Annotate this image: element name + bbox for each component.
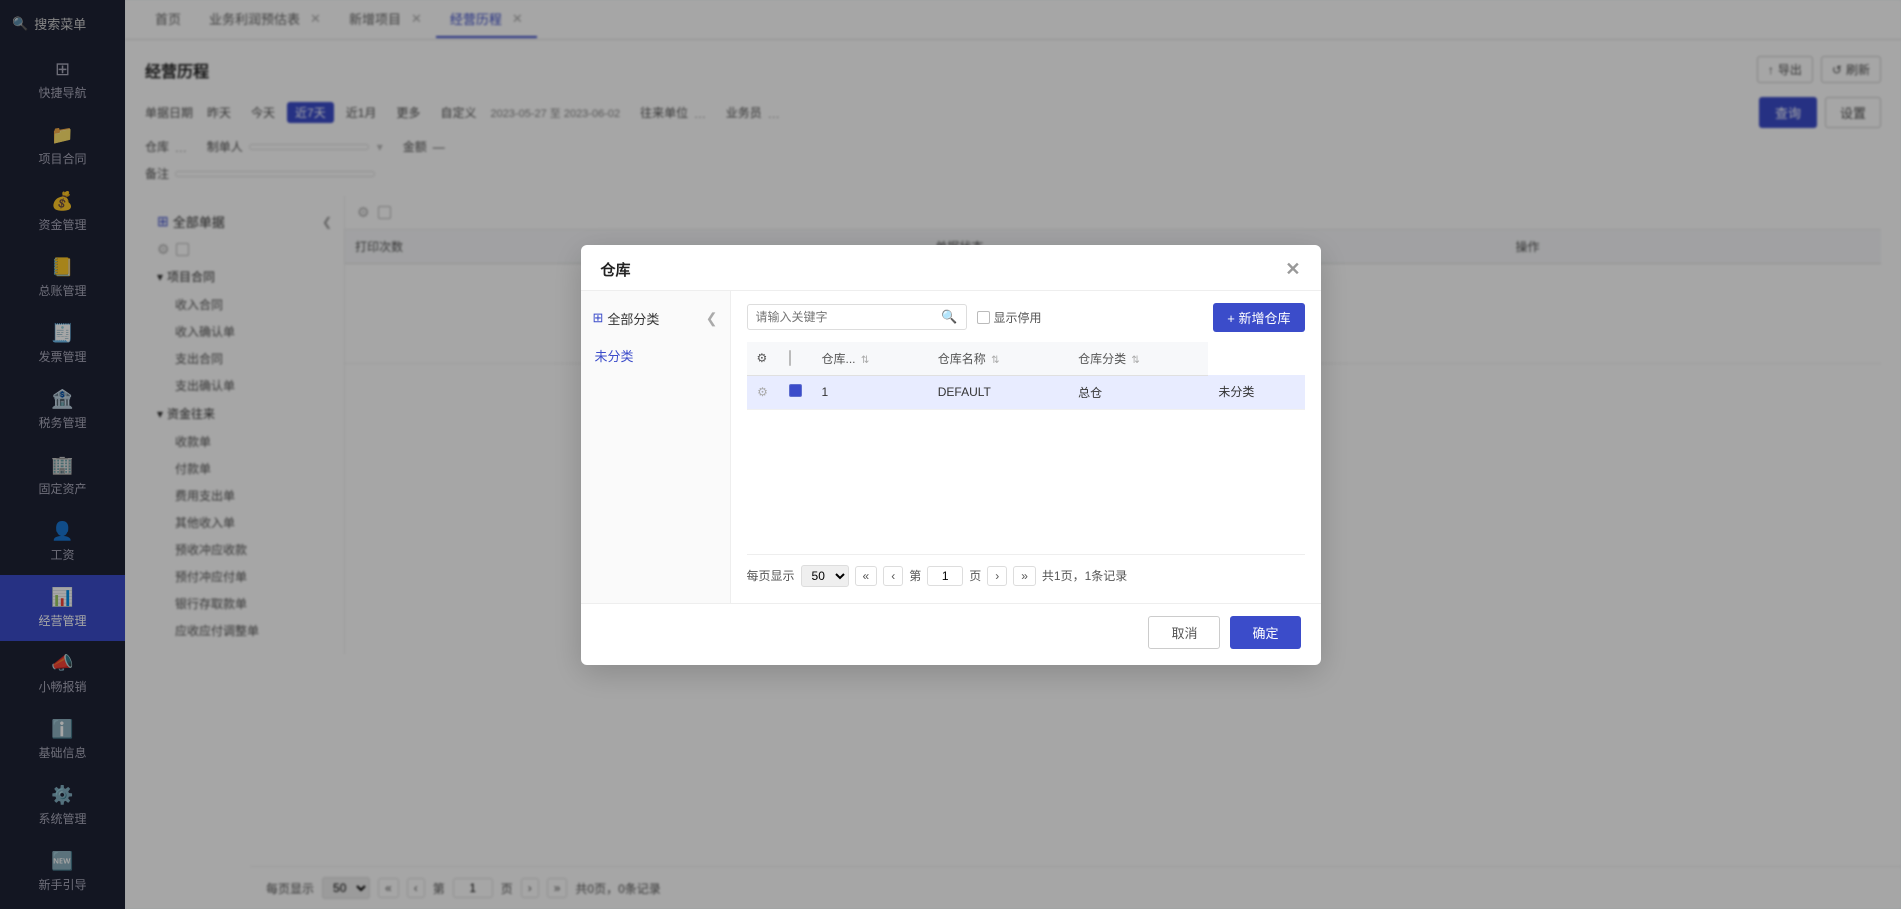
modal-table: ⚙ 仓库... ⇅ 仓库名称 ⇅ (747, 342, 1305, 410)
modal-page-label: 第 (909, 567, 921, 584)
modal-footer: 取消 确定 (581, 603, 1321, 665)
modal-page-suffix: 页 (969, 567, 981, 584)
modal-left-title: ⊞ 全部分类 (593, 309, 660, 328)
modal-left-grid-icon: ⊞ (593, 310, 604, 326)
modal-right-panel: 🔍 显示停用 + 新增仓库 ⚙ (731, 291, 1321, 603)
row-name: 总仓 (1068, 375, 1208, 409)
modal-left-panel: ⊞ 全部分类 ❮ 未分类 (581, 291, 731, 603)
modal-table-wrap: ⚙ 仓库... ⇅ 仓库名称 ⇅ (747, 342, 1305, 554)
row-category: 未分类 (1208, 375, 1304, 409)
modal-col-code-label: 仓库... (822, 352, 856, 366)
cancel-button[interactable]: 取消 (1148, 616, 1220, 649)
modal-table-row[interactable]: ⚙ 1 DEFAULT 总仓 未分类 (747, 375, 1305, 409)
modal-left-item-label: 未分类 (595, 346, 634, 365)
modal-right-toolbar: 🔍 显示停用 + 新增仓库 (747, 303, 1305, 332)
modal-col-checkbox-all[interactable] (789, 350, 791, 366)
modal-search-wrap: 🔍 (747, 304, 967, 330)
modal-col-checkbox (779, 342, 812, 376)
show-disabled-wrap: 显示停用 (977, 309, 1042, 326)
modal-close-button[interactable]: ✕ (1285, 260, 1300, 278)
modal-per-page-select[interactable]: 50 (801, 565, 849, 587)
modal-col-code-sort[interactable]: ⇅ (861, 355, 869, 366)
modal-left-scroll: 未分类 (581, 338, 730, 373)
show-disabled-checkbox[interactable] (977, 311, 990, 324)
modal-left-header: ⊞ 全部分类 ❮ (581, 303, 730, 338)
warehouse-modal: 仓库 ✕ ⊞ 全部分类 ❮ 未分类 🔍 (581, 245, 1321, 665)
modal-next-btn[interactable]: › (987, 566, 1007, 586)
modal-total-info: 共1页，1条记录 (1042, 567, 1127, 584)
modal-left-title-text: 全部分类 (607, 309, 659, 328)
modal-col-code: 仓库... ⇅ (812, 342, 928, 376)
modal-col-name-sort[interactable]: ⇅ (991, 355, 999, 366)
modal-col-name-label: 仓库名称 (938, 352, 986, 366)
modal-col-category-sort[interactable]: ⇅ (1131, 355, 1139, 366)
modal-prev-btn[interactable]: ‹ (883, 566, 903, 586)
modal-body: ⊞ 全部分类 ❮ 未分类 🔍 显示停用 (581, 291, 1321, 603)
add-warehouse-button[interactable]: + 新增仓库 (1213, 303, 1304, 332)
modal-search-input[interactable] (756, 310, 942, 324)
modal-last-btn[interactable]: » (1013, 566, 1036, 586)
modal-search-icon[interactable]: 🔍 (941, 309, 957, 325)
modal-title: 仓库 (601, 259, 631, 280)
confirm-button[interactable]: 确定 (1230, 616, 1300, 649)
modal-pagination: 每页显示 50 « ‹ 第 页 › » 共1页，1条记录 (747, 554, 1305, 591)
row-gear[interactable]: ⚙ (747, 375, 779, 409)
show-disabled-label: 显示停用 (994, 309, 1042, 326)
modal-left-item-uncat[interactable]: 未分类 (581, 338, 730, 373)
modal-per-page-label: 每页显示 (747, 567, 795, 584)
modal-col-gear-icon[interactable]: ⚙ (757, 351, 768, 365)
modal-first-btn[interactable]: « (855, 566, 878, 586)
modal-page-input[interactable] (927, 566, 963, 586)
modal-left-collapse-btn[interactable]: ❮ (706, 310, 718, 327)
modal-col-category-label: 仓库分类 (1078, 352, 1126, 366)
modal-col-name: 仓库名称 ⇅ (928, 342, 1068, 376)
modal-header: 仓库 ✕ (581, 245, 1321, 291)
row-code: DEFAULT (928, 375, 1068, 409)
modal-col-settings: ⚙ (747, 342, 779, 376)
modal-col-category: 仓库分类 ⇅ (1068, 342, 1208, 376)
row-id: 1 (812, 375, 928, 409)
row-checkbox[interactable] (779, 375, 812, 409)
